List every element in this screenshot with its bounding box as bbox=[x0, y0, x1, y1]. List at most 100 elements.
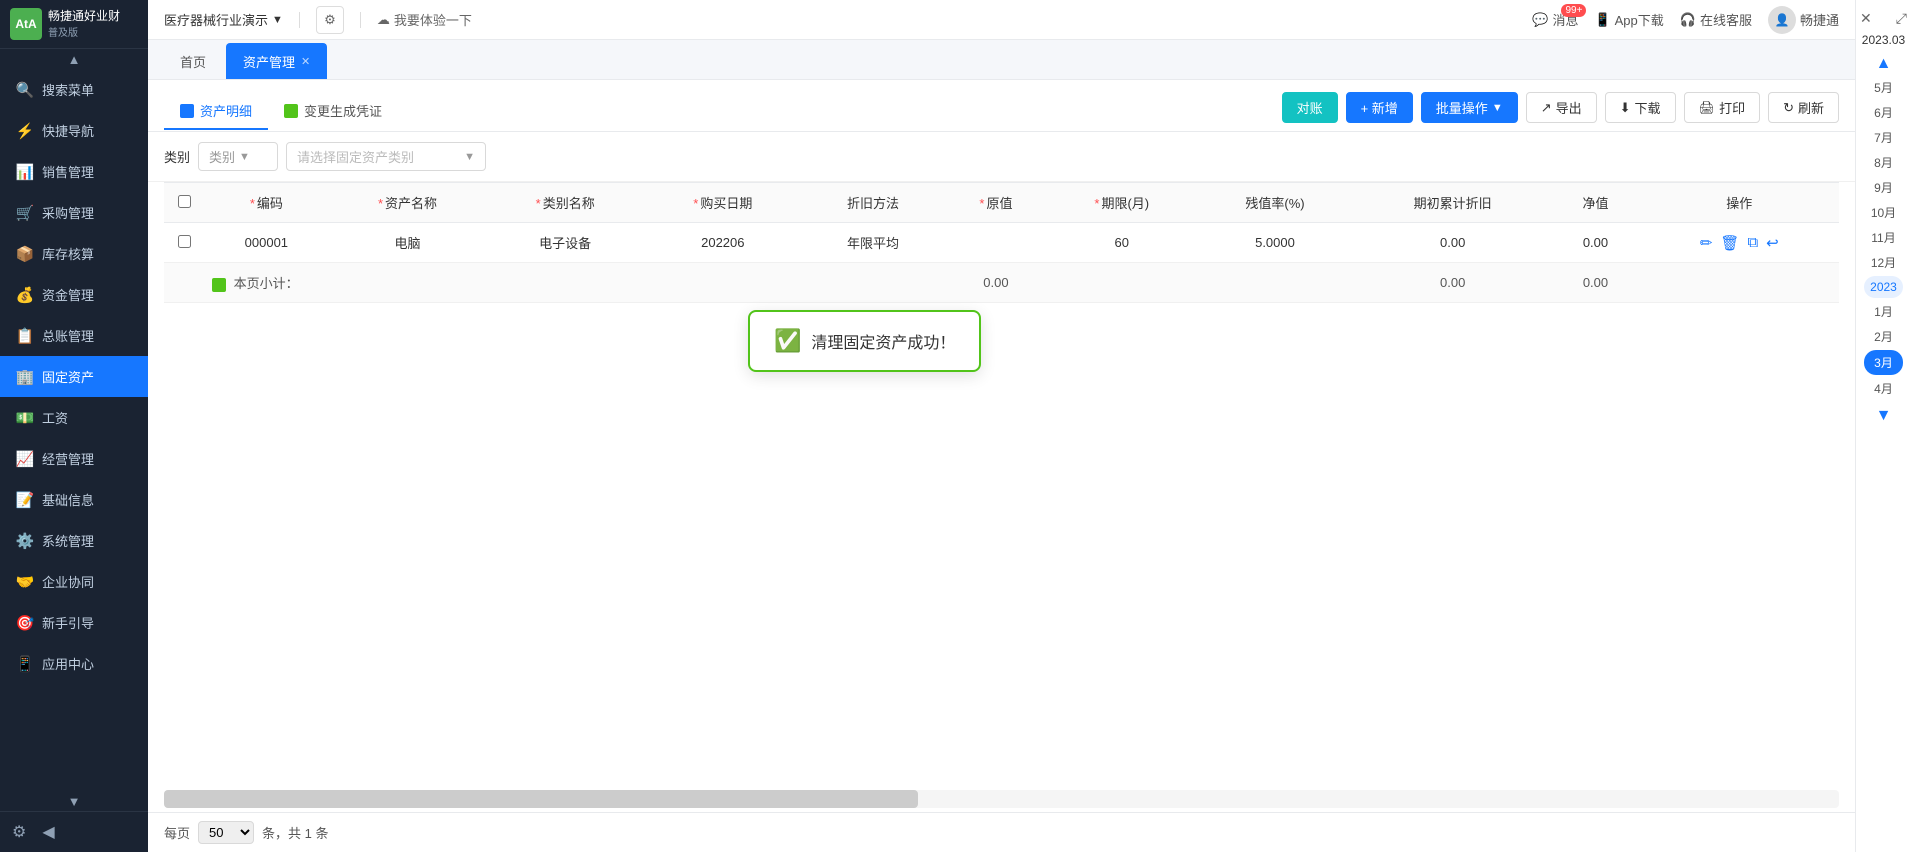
sidebar-item-label: 搜索菜单 bbox=[42, 80, 94, 99]
right-panel-month-6[interactable]: 6月 bbox=[1856, 100, 1911, 125]
category-detail-chevron: ▼ bbox=[464, 151, 475, 163]
sidebar-item-operations[interactable]: 📈 经营管理 bbox=[0, 438, 148, 479]
subtab-asset-list[interactable]: 资产明细 bbox=[164, 93, 268, 130]
right-panel-header-row: ✕ ⤢ bbox=[1856, 6, 1911, 27]
cell-original-value bbox=[944, 223, 1047, 263]
select-all-checkbox[interactable] bbox=[178, 195, 191, 208]
reconcile-label: 对账 bbox=[1297, 98, 1323, 117]
cell-accumulated: 0.00 bbox=[1354, 223, 1551, 263]
category-placeholder: 请选择固定资产类别 bbox=[297, 147, 414, 166]
sidebar-item-beginner[interactable]: 🎯 新手引导 bbox=[0, 602, 148, 643]
online-service-button[interactable]: 🎧 在线客服 bbox=[1680, 10, 1752, 29]
reconcile-button[interactable]: 对账 bbox=[1282, 92, 1338, 123]
right-panel-month-10[interactable]: 10月 bbox=[1856, 200, 1911, 225]
subtab-bar: 资产明细 变更生成凭证 对账 + 新增 批量操作 ▼ bbox=[148, 80, 1855, 132]
topbar-divider2 bbox=[360, 12, 361, 28]
logo-icon: AtA bbox=[10, 8, 42, 40]
sidebar-item-app-center[interactable]: 📱 应用中心 bbox=[0, 643, 148, 684]
experience-label: 我要体验一下 bbox=[394, 10, 472, 29]
refresh-button[interactable]: ↻ 刷新 bbox=[1768, 92, 1839, 123]
collapse-icon[interactable]: ◀ bbox=[42, 822, 54, 842]
download-icon2: ⬇ bbox=[1620, 100, 1631, 116]
subtab-left: 资产明细 变更生成凭证 bbox=[164, 93, 398, 130]
sidebar-item-ledger[interactable]: 📋 总账管理 bbox=[0, 315, 148, 356]
sidebar-item-wages[interactable]: 💵 工资 bbox=[0, 397, 148, 438]
category-select-simple[interactable]: 类别 ▼ bbox=[198, 142, 278, 171]
col-residual-rate: 残值率(%) bbox=[1196, 183, 1354, 223]
sidebar-item-fixed-assets[interactable]: 🏢 固定资产 bbox=[0, 356, 148, 397]
delete-icon[interactable]: 🗑 bbox=[1720, 234, 1739, 252]
right-panel-month-12[interactable]: 12月 bbox=[1856, 250, 1911, 275]
sidebar-item-purchase[interactable]: 🛒 采购管理 bbox=[0, 192, 148, 233]
col-accumulated: 期初累计折旧 bbox=[1354, 183, 1551, 223]
right-panel-expand-btn[interactable]: ⤢ bbox=[1896, 10, 1907, 27]
sidebar-item-search[interactable]: 🔍 搜索菜单 bbox=[0, 69, 148, 110]
sidebar-item-quick-nav[interactable]: ⚡ 快捷导航 bbox=[0, 110, 148, 151]
horizontal-scrollbar[interactable] bbox=[164, 790, 1839, 808]
right-panel-close-btn[interactable]: ✕ bbox=[1860, 10, 1872, 27]
subtotal-empty1 bbox=[1047, 263, 1196, 303]
col-code: *编码 bbox=[204, 183, 329, 223]
right-panel-month-7[interactable]: 7月 bbox=[1856, 125, 1911, 150]
right-panel-month-1[interactable]: 1月 bbox=[1856, 299, 1911, 324]
right-panel-month-5[interactable]: 5月 bbox=[1856, 75, 1911, 100]
batch-dropdown-icon: ▼ bbox=[1492, 102, 1503, 114]
copy-icon[interactable]: ⧉ bbox=[1747, 234, 1758, 252]
category-select-detailed[interactable]: 请选择固定资产类别 ▼ bbox=[286, 142, 486, 171]
page-content: 资产明细 变更生成凭证 对账 + 新增 批量操作 ▼ bbox=[148, 80, 1855, 852]
settings-bottom-icon[interactable]: ⚙ bbox=[12, 822, 26, 842]
right-panel-month-4[interactable]: 4月 bbox=[1856, 376, 1911, 401]
sidebar-item-funds[interactable]: 💰 资金管理 bbox=[0, 274, 148, 315]
purchase-icon: 🛒 bbox=[16, 204, 34, 222]
right-panel-month-8[interactable]: 8月 bbox=[1856, 150, 1911, 175]
subtab-voucher[interactable]: 变更生成凭证 bbox=[268, 93, 398, 130]
new-button[interactable]: + 新增 bbox=[1346, 92, 1413, 123]
right-panel-nav-down[interactable]: ▼ bbox=[1876, 405, 1892, 427]
service-icon: 🎧 bbox=[1680, 12, 1696, 28]
cell-residual-rate: 5.0000 bbox=[1196, 223, 1354, 263]
right-panel-month-2[interactable]: 2月 bbox=[1856, 324, 1911, 349]
experience-button[interactable]: ☁ 我要体验一下 bbox=[377, 10, 472, 29]
enterprise-icon: 🤝 bbox=[16, 573, 34, 591]
edit-icon[interactable]: ✏ bbox=[1700, 234, 1713, 252]
settings-button[interactable]: ⚙ bbox=[316, 6, 344, 34]
messages-button[interactable]: 💬 消息 99+ bbox=[1532, 10, 1578, 29]
page-size-select[interactable]: 50 100 200 bbox=[198, 821, 254, 844]
message-icon: 💬 bbox=[1532, 12, 1548, 28]
sidebar-item-label: 经营管理 bbox=[42, 449, 94, 468]
download-button[interactable]: ⬇ 下载 bbox=[1605, 92, 1676, 123]
right-panel-month-11[interactable]: 11月 bbox=[1856, 225, 1911, 250]
right-panel-month-9[interactable]: 9月 bbox=[1856, 175, 1911, 200]
sidebar-item-sales[interactable]: 📊 销售管理 bbox=[0, 151, 148, 192]
tab-home[interactable]: 首页 bbox=[164, 44, 222, 79]
action-icons: ✏ 🗑 ⧉ ↩ bbox=[1648, 234, 1831, 252]
sidebar-nav: 🔍 搜索菜单 ⚡ 快捷导航 📊 销售管理 🛒 采购管理 📦 库存核算 💰 资金管… bbox=[0, 69, 148, 791]
batch-button[interactable]: 批量操作 ▼ bbox=[1421, 92, 1518, 123]
export-icon: ↗ bbox=[1541, 100, 1552, 116]
col-depreciation: 折旧方法 bbox=[802, 183, 945, 223]
refresh-label: 刷新 bbox=[1798, 98, 1824, 117]
app-download-button[interactable]: 📱 App下载 bbox=[1594, 10, 1663, 29]
right-panel-month-3-current[interactable]: 3月 bbox=[1864, 350, 1903, 375]
basic-info-icon: 📝 bbox=[16, 491, 34, 509]
sidebar-scroll-up[interactable]: ▲ bbox=[0, 49, 148, 69]
sidebar-item-inventory[interactable]: 📦 库存核算 bbox=[0, 233, 148, 274]
total-label: 条，共 1 条 bbox=[262, 823, 328, 842]
sidebar-scroll-down[interactable]: ▼ bbox=[0, 791, 148, 811]
sidebar-item-system[interactable]: ⚙️ 系统管理 bbox=[0, 520, 148, 561]
row-checkbox[interactable] bbox=[178, 235, 191, 248]
right-panel-nav-up[interactable]: ▲ bbox=[1876, 53, 1892, 75]
user-menu[interactable]: 👤 畅捷通 bbox=[1768, 6, 1839, 34]
more-icon[interactable]: ↩ bbox=[1766, 234, 1779, 252]
print-button[interactable]: 🖨 打印 bbox=[1684, 92, 1761, 123]
sidebar-item-enterprise[interactable]: 🤝 企业协同 bbox=[0, 561, 148, 602]
tabbar: 首页 资产管理 ✕ bbox=[148, 40, 1855, 80]
export-button[interactable]: ↗ 导出 bbox=[1526, 92, 1597, 123]
right-panel-year-2023[interactable]: 2023 bbox=[1864, 276, 1903, 298]
tab-close-icon[interactable]: ✕ bbox=[301, 55, 310, 68]
sidebar-item-basic-info[interactable]: 📝 基础信息 bbox=[0, 479, 148, 520]
tab-asset-mgmt[interactable]: 资产管理 ✕ bbox=[226, 43, 327, 79]
right-panel-date: 2023.03 bbox=[1858, 27, 1909, 53]
company-selector[interactable]: 医疗器械行业演示 ▼ bbox=[164, 10, 283, 29]
subtab-right: 对账 + 新增 批量操作 ▼ ↗ 导出 ⬇ 下载 🖨 bbox=[1282, 92, 1839, 131]
